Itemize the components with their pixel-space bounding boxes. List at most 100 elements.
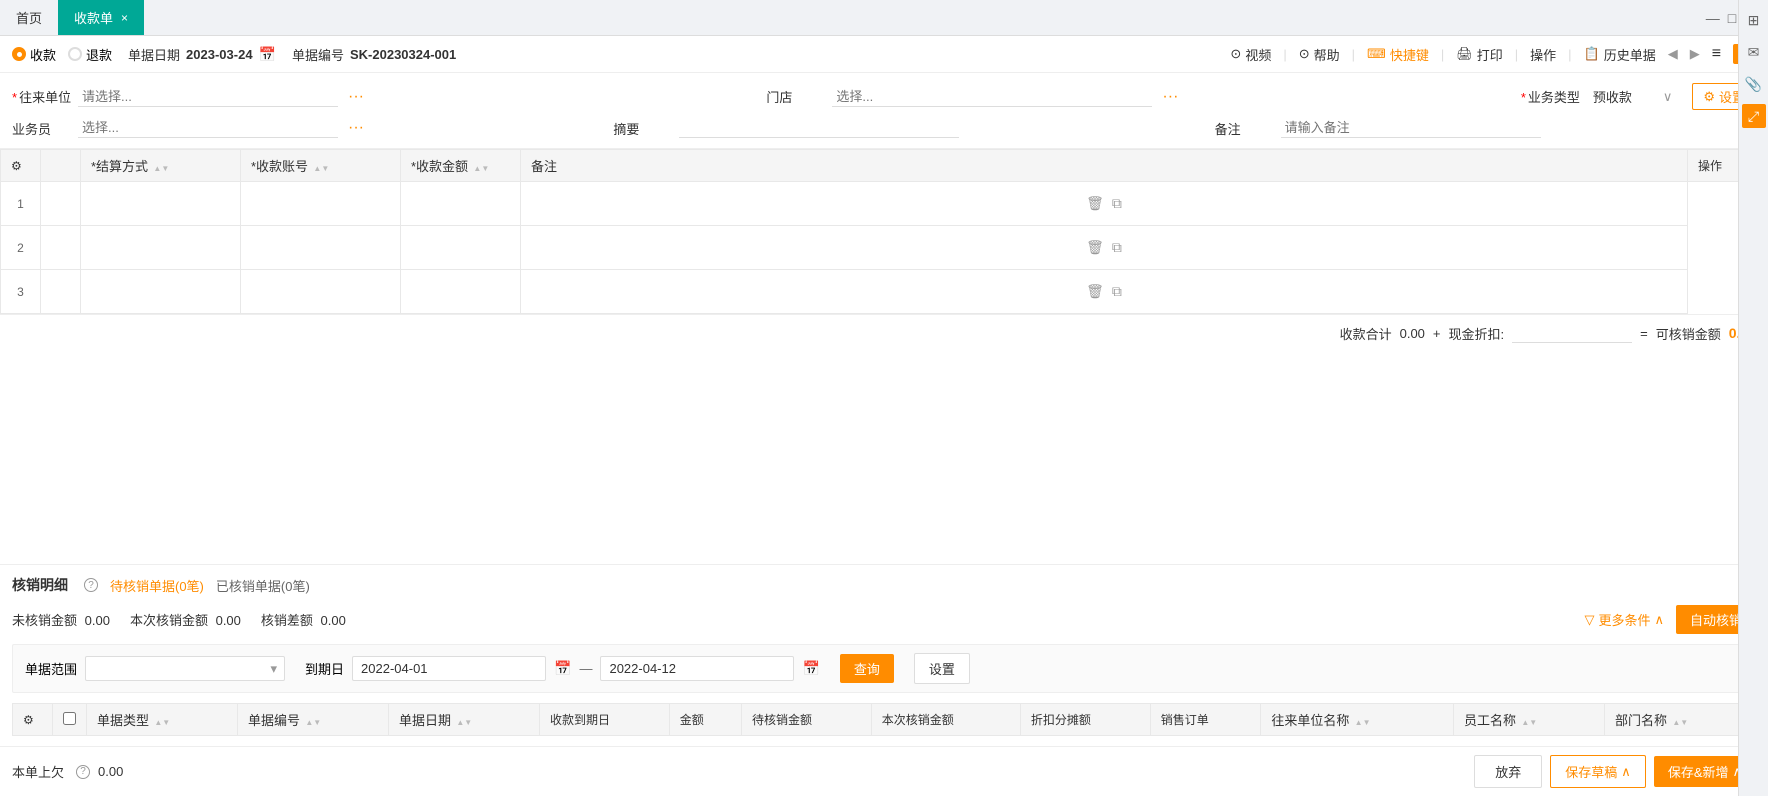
th-index (41, 150, 81, 182)
verification-title: 核销明细 (12, 575, 68, 595)
tab-home[interactable]: 首页 (0, 0, 58, 35)
total-label: 收款合计 (1340, 324, 1392, 343)
staff-more-btn[interactable]: ··· (348, 119, 364, 137)
sidebar-table-icon[interactable]: ⊞ (1742, 8, 1766, 32)
vth-date: 单据日期 ▲▼ (388, 704, 539, 736)
row-2-delete-btn[interactable]: 🗑 (1086, 239, 1104, 256)
sort-settlement[interactable]: ▲▼ (153, 164, 169, 173)
vth-staff: 员工名称 ▲▼ (1453, 704, 1604, 736)
store-input[interactable] (832, 87, 1152, 107)
th-account: *收款账号 ▲▼ (241, 150, 401, 182)
row-2-copy-btn[interactable]: ⧉ (1112, 239, 1122, 256)
due-date-start-input[interactable] (352, 656, 546, 681)
row-1-settlement[interactable] (41, 182, 81, 226)
radio-receive[interactable]: 收款 (12, 45, 56, 64)
order-info-icon[interactable]: ? (76, 765, 90, 779)
row-2-remark[interactable] (401, 226, 521, 270)
maximize-button[interactable]: □ (1728, 10, 1736, 26)
vth-type: 单据类型 ▲▼ (87, 704, 238, 736)
row-3-copy-btn[interactable]: ⧉ (1112, 283, 1122, 300)
summary-input[interactable] (679, 118, 959, 138)
discount-input[interactable] (1512, 323, 1632, 343)
current-summary: 本次核销金额 0.00 (130, 610, 241, 629)
pending-tab-link[interactable]: 待核销单据(0笔) (110, 576, 204, 595)
shortcut-icon: ⌨ (1367, 46, 1386, 62)
date-label: 单据日期 (128, 45, 180, 64)
business-type-arrow[interactable]: ∨ (1663, 89, 1673, 105)
shortcut-btn[interactable]: ⌨ 快捷键 (1367, 45, 1429, 64)
row-3-remark[interactable] (401, 270, 521, 314)
save-draft-button[interactable]: 保存草稿 ∧ (1550, 755, 1646, 788)
print-icon: 🖨 (1456, 46, 1473, 62)
diff-summary: 核销差额 0.00 (261, 610, 346, 629)
video-btn[interactable]: ⊙ 视频 (1230, 45, 1271, 64)
select-all-checkbox[interactable] (63, 712, 76, 725)
sidebar-attachment-icon[interactable]: 📎 (1742, 72, 1766, 96)
available-label: 可核销金额 (1656, 324, 1721, 343)
help-btn[interactable]: ⊙ 帮助 (1299, 45, 1340, 64)
row-1-amount[interactable] (241, 182, 401, 226)
counterpart-more-btn[interactable]: ··· (348, 88, 364, 106)
sort-amount[interactable]: ▲▼ (473, 164, 489, 173)
minimize-button[interactable]: — (1706, 10, 1720, 26)
row-2-settlement[interactable] (41, 226, 81, 270)
bottom-right: 放弃 保存草稿 ∧ 保存&新增 ∧ (1474, 755, 1756, 788)
history-btn[interactable]: 📋 历史单据 (1584, 45, 1656, 64)
tab-receipt-close[interactable]: × (121, 11, 128, 25)
due-date-end-input[interactable] (600, 656, 794, 681)
counterpart-input[interactable] (78, 87, 338, 107)
setting-icon: ⚙ (1703, 89, 1715, 105)
filter-setting-button[interactable]: 设置 (914, 653, 970, 684)
due-date-end-cal-icon[interactable]: 📅 (802, 660, 819, 677)
calendar-icon[interactable]: 📅 (259, 46, 276, 63)
verification-title-row: 核销明细 ? 待核销单据(0笔) 已核销单据(0笔) (12, 575, 1756, 595)
print-btn[interactable]: 🖨 打印 (1456, 45, 1503, 64)
counterpart-field: 往来单位 ··· (12, 87, 706, 107)
row-2-amount[interactable] (241, 226, 401, 270)
date-value[interactable]: 2023-03-24 (186, 47, 253, 62)
number-label: 单据编号 (292, 45, 344, 64)
query-button[interactable]: 查询 (840, 654, 894, 683)
row-3-account[interactable] (81, 270, 241, 314)
summary-label: 摘要 (613, 119, 673, 138)
table-row: 3 🗑 ⧉ (1, 270, 1768, 314)
discard-button[interactable]: 放弃 (1474, 755, 1542, 788)
operation-btn[interactable]: 操作 (1530, 45, 1556, 64)
vth-checkbox[interactable] (53, 704, 87, 736)
row-1-account[interactable] (81, 182, 241, 226)
vth-amount: 金额 (669, 704, 741, 736)
note-field: 备注 (1215, 118, 1756, 138)
sidebar-expand-icon[interactable]: ⤢ (1742, 104, 1766, 128)
radio-refund[interactable]: 退款 (68, 45, 112, 64)
row-1-copy-btn[interactable]: ⧉ (1112, 195, 1122, 212)
sidebar-mail-icon[interactable]: ✉ (1742, 40, 1766, 64)
row-3-delete-btn[interactable]: 🗑 (1086, 283, 1104, 300)
table-row: 2 🗑 ⧉ (1, 226, 1768, 270)
verification-info-icon[interactable]: ? (84, 578, 98, 592)
date-field: 单据日期 2023-03-24 📅 (128, 45, 276, 64)
sort-account[interactable]: ▲▼ (313, 164, 329, 173)
vth-current-verify: 本次核销金额 (871, 704, 1020, 736)
row-1-delete-btn[interactable]: 🗑 (1086, 195, 1104, 212)
more-conditions-btn[interactable]: ▽ 更多条件 ∧ (1584, 610, 1664, 629)
tab-receipt[interactable]: 收款单 × (58, 0, 144, 35)
nav-prev-icon[interactable]: ◀ (1668, 46, 1678, 62)
radio-group: 收款 退款 (12, 45, 112, 64)
row-1-remark[interactable] (401, 182, 521, 226)
nav-next-icon[interactable]: ▶ (1690, 46, 1700, 62)
vth-settings[interactable]: ⚙ (13, 704, 53, 736)
due-date-start-cal-icon[interactable]: 📅 (554, 660, 571, 677)
store-more-btn[interactable]: ··· (1162, 88, 1178, 106)
range-select[interactable] (85, 656, 285, 681)
th-settings[interactable]: ⚙ (1, 150, 41, 182)
row-2-account[interactable] (81, 226, 241, 270)
staff-input[interactable] (78, 118, 338, 138)
row-3-amount[interactable] (241, 270, 401, 314)
note-input[interactable] (1281, 118, 1541, 138)
row-3-settlement[interactable] (41, 270, 81, 314)
done-tab-link[interactable]: 已核销单据(0笔) (216, 576, 310, 595)
filter-row: 单据范围 到期日 📅 — 📅 查询 设置 (12, 644, 1756, 693)
vth-counterpart: 往来单位名称 ▲▼ (1261, 704, 1454, 736)
right-sidebar: ⊞ ✉ 📎 ⤢ (1738, 0, 1768, 796)
layout-icon[interactable]: ≡ (1712, 45, 1721, 63)
